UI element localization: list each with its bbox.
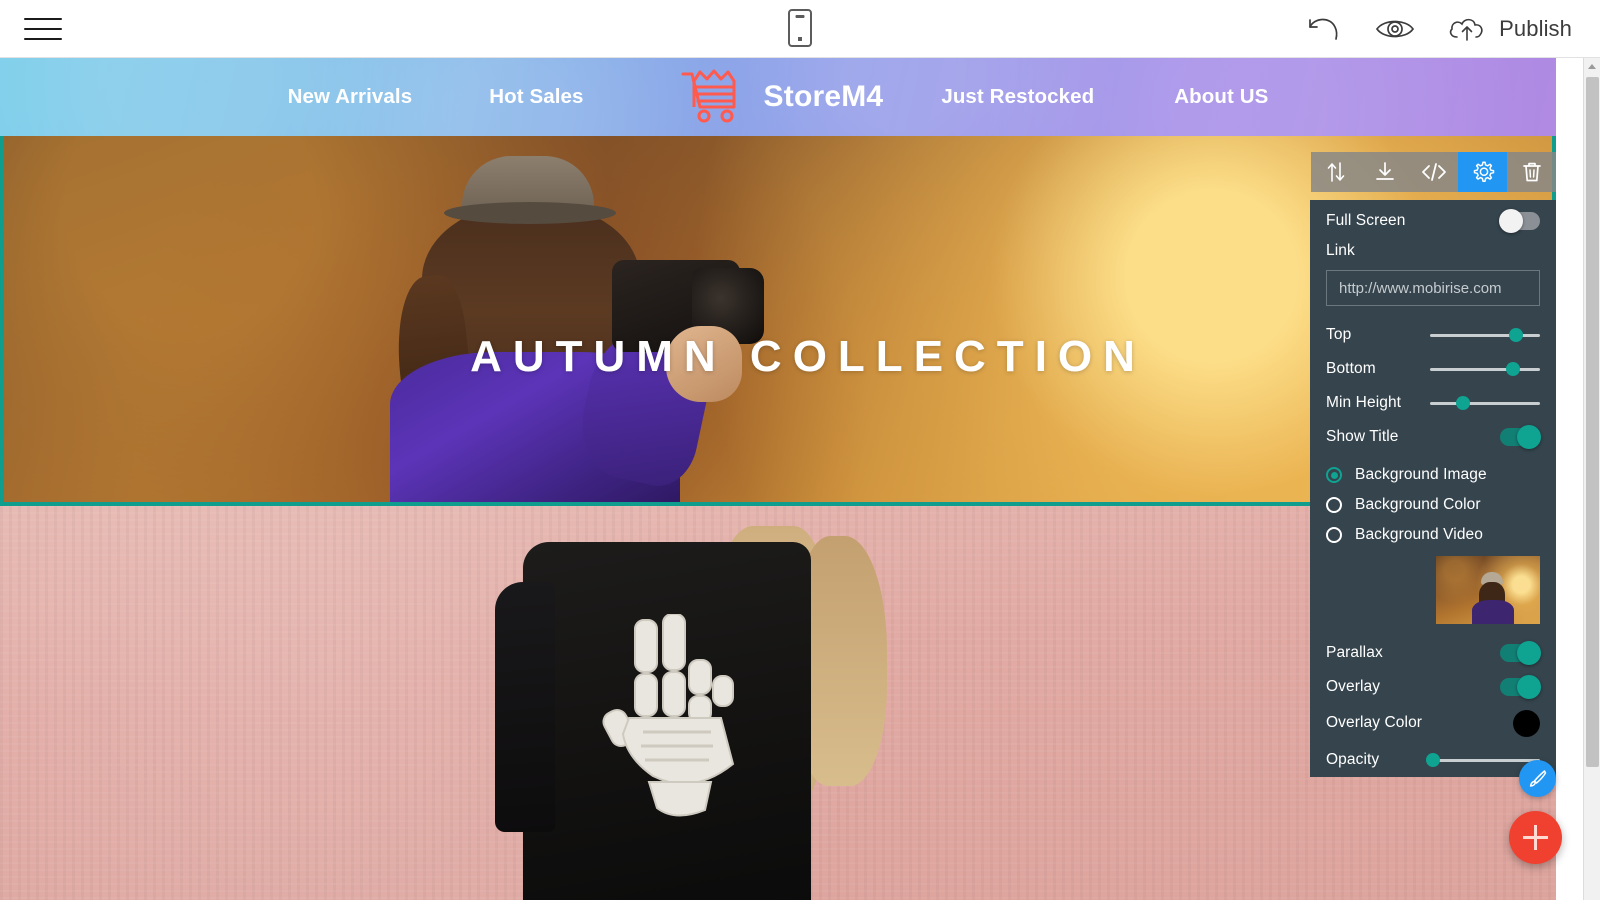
paintbrush-icon[interactable] [1519,760,1556,797]
parallax-toggle[interactable] [1500,641,1541,665]
cloud-upload-icon [1446,14,1488,44]
show-title-row: Show Title [1326,420,1541,454]
publish-button[interactable]: Publish [1446,14,1572,44]
parallax-label: Parallax [1326,644,1383,661]
bottom-slider[interactable] [1430,362,1540,376]
scrollbar-thumb[interactable] [1586,77,1599,767]
nav-link-about-us[interactable]: About US [1174,85,1268,109]
full-screen-row: Full Screen [1326,200,1540,242]
nav-link-just-restocked[interactable]: Just Restocked [941,85,1094,109]
section-toolbar [1311,152,1556,192]
parallax-row: Parallax [1326,636,1541,670]
min-height-label: Min Height [1326,394,1402,411]
overlay-color-row: Overlay Color [1326,704,1540,742]
code-icon[interactable] [1409,152,1458,192]
hamburger-menu-icon[interactable] [24,12,62,46]
link-label: Link [1326,242,1355,259]
overlay-color-label: Overlay Color [1326,714,1423,731]
radio-circle-icon [1326,527,1342,543]
nav-link-new-arrivals[interactable]: New Arrivals [288,85,413,109]
site-navbar: New Arrivals Hot Sales StoreM4 Just Rest… [0,58,1556,136]
trash-icon[interactable] [1507,152,1556,192]
brand-name: StoreM4 [763,80,884,113]
top-slider[interactable] [1430,328,1540,342]
full-screen-label: Full Screen [1326,212,1406,229]
hero-photographer-figure [294,156,764,502]
radio-circle-icon [1326,467,1342,483]
show-title-label: Show Title [1326,428,1399,445]
shopping-cart-icon [680,67,746,128]
eye-preview-icon[interactable] [1374,15,1416,43]
section-settings-panel: Full Screen Link Top Bottom Min Height S… [1310,200,1556,777]
application-toolbar: Publish [0,0,1600,58]
background-color-label: Background Color [1355,496,1481,513]
overlay-color-swatch[interactable] [1513,709,1540,737]
full-screen-toggle[interactable] [1499,209,1540,233]
appbar-actions: Publish [1304,0,1572,58]
site-brand[interactable]: StoreM4 [680,67,884,128]
thumbnail-row [1326,556,1540,624]
overlay-toggle[interactable] [1500,675,1541,699]
overlay-row: Overlay [1326,670,1541,704]
opacity-row: Opacity [1326,742,1540,778]
nav-link-hot-sales[interactable]: Hot Sales [489,85,583,109]
top-label: Top [1326,326,1352,343]
skeleton-hand-graphic [602,614,735,817]
overlay-label: Overlay [1326,678,1381,695]
show-title-toggle[interactable] [1500,425,1541,449]
radio-background-image[interactable]: Background Image [1326,460,1540,490]
bottom-slider-row: Bottom [1326,352,1540,386]
background-image-label: Background Image [1355,466,1487,483]
gear-icon[interactable] [1458,152,1507,192]
background-image-thumbnail[interactable] [1436,556,1540,624]
radio-background-video[interactable]: Background Video [1326,520,1540,550]
move-section-icon[interactable] [1311,152,1360,192]
bottom-label: Bottom [1326,360,1376,377]
model-photo [495,526,895,900]
vertical-scrollbar[interactable] [1583,58,1600,900]
scroll-up-arrow-icon[interactable] [1584,58,1600,75]
opacity-label: Opacity [1326,751,1380,768]
link-input[interactable] [1326,270,1540,306]
min-height-slider-row: Min Height [1326,386,1540,420]
radio-background-color[interactable]: Background Color [1326,490,1540,520]
mobile-device-icon[interactable] [786,9,814,49]
download-icon[interactable] [1360,152,1409,192]
top-slider-row: Top [1326,318,1540,352]
radio-circle-icon [1326,497,1342,513]
add-block-button[interactable] [1509,811,1562,864]
publish-label: Publish [1499,16,1572,41]
background-video-label: Background Video [1355,526,1483,543]
undo-icon[interactable] [1304,15,1344,43]
min-height-slider[interactable] [1430,396,1540,410]
link-label-row: Link [1326,242,1540,268]
